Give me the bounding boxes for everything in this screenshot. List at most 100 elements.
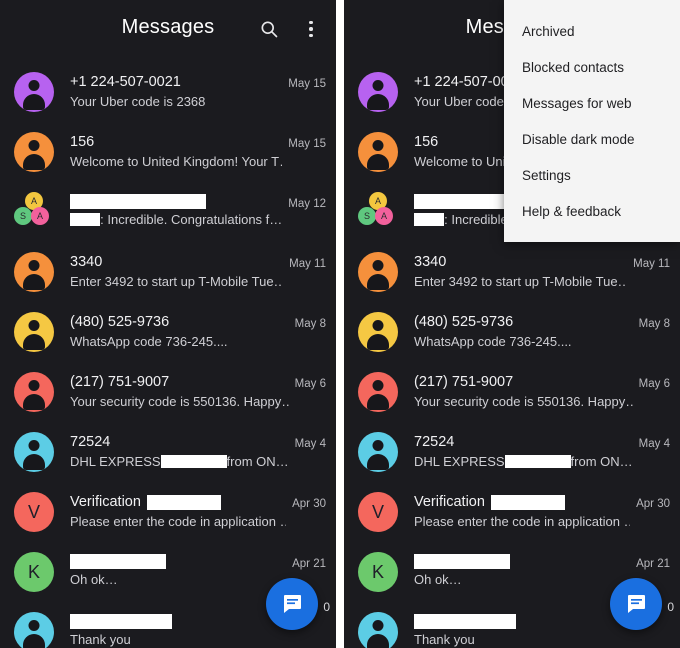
avatar[interactable] — [358, 72, 400, 114]
overflow-menu-item[interactable]: Messages for web — [504, 86, 680, 122]
screenshot-stage: Messages +1 224-507-0021 Your Uber code i… — [0, 0, 680, 648]
redacted-text-block — [504, 455, 571, 468]
avatar[interactable] — [14, 612, 56, 648]
conversation-title-text: 3340 — [70, 254, 103, 270]
avatar[interactable]: V — [14, 492, 56, 534]
avatar[interactable] — [358, 432, 400, 474]
conversation-body: (217) 751-9007 Your security code is 5501… — [56, 366, 289, 410]
avatar[interactable] — [14, 432, 56, 474]
conversation-snippet-text: Enter 3492 to start up T-Mobile Tue… — [414, 274, 628, 289]
avatar[interactable] — [14, 72, 56, 114]
search-icon[interactable] — [256, 16, 282, 42]
avatar[interactable]: V — [358, 492, 400, 534]
conversation-body: Oh ok… — [400, 546, 630, 588]
conversation-row[interactable]: (217) 751-9007 Your security code is 5501… — [344, 366, 680, 426]
avatar-person-circle — [358, 312, 398, 352]
redacted-text-block — [490, 495, 565, 510]
compose-message-icon[interactable] — [610, 578, 662, 630]
avatar-person-circle — [14, 72, 54, 112]
compose-message-icon[interactable] — [266, 578, 318, 630]
avatar[interactable] — [14, 372, 56, 414]
avatar[interactable] — [358, 312, 400, 354]
avatar-initial: S — [14, 207, 32, 225]
overflow-menu-item[interactable]: Help & feedback — [504, 194, 680, 230]
conversation-list-left[interactable]: +1 224-507-0021 Your Uber code is 2368 May… — [0, 60, 336, 648]
overflow-menu-item[interactable]: Archived — [504, 14, 680, 50]
conversation-snippet-text: Please enter the code in application … — [70, 514, 287, 529]
group-avatar[interactable]: ASA — [14, 192, 56, 234]
avatar[interactable] — [358, 372, 400, 414]
app-bar-left: Messages — [0, 0, 336, 60]
overflow-menu-item[interactable]: Blocked contacts — [504, 50, 680, 86]
person-icon — [14, 612, 54, 648]
conversation-snippet-text: Oh ok… — [70, 572, 118, 587]
conversation-title — [70, 554, 286, 569]
conversation-title — [70, 194, 282, 209]
group-avatar[interactable]: ASA — [358, 192, 400, 234]
conversation-body: (217) 751-9007 Your security code is 5501… — [400, 366, 633, 410]
conversation-row[interactable]: +1 224-507-0021 Your Uber code is 2368 May… — [0, 66, 336, 126]
conversation-date: May 8 — [294, 318, 326, 330]
conversation-snippet: Please enter the code in application … — [70, 513, 286, 530]
conversation-row[interactable]: V Verification Please enter the code in ap… — [344, 486, 680, 546]
conversation-title: (217) 751-9007 — [70, 374, 289, 391]
avatar[interactable] — [14, 132, 56, 174]
conversation-date: May 12 — [288, 198, 326, 210]
overflow-menu-item[interactable]: Settings — [504, 158, 680, 194]
redacted-text-block — [414, 213, 445, 226]
conversation-row[interactable]: (480) 525-9736 WhatsApp code 736-245.... M… — [344, 306, 680, 366]
conversation-row[interactable]: V Verification Please enter the code in ap… — [0, 486, 336, 546]
conversation-snippet-text: Thank you — [70, 632, 131, 647]
avatar[interactable] — [14, 252, 56, 294]
conversation-title-text: Verification — [70, 494, 141, 510]
avatar[interactable] — [358, 612, 400, 648]
avatar[interactable] — [358, 252, 400, 294]
conversation-row[interactable]: (217) 751-9007 Your security code is 5501… — [0, 366, 336, 426]
conversation-snippet: Your Uber code is 2368 — [70, 93, 282, 110]
conversation-body: 3340 Enter 3492 to start up T-Mobile Tue… — [56, 246, 283, 290]
conversation-date: Apr 30 — [636, 498, 670, 510]
conversation-row[interactable]: 156 Welcome to United Kingdom! Your T… May… — [0, 126, 336, 186]
conversation-row[interactable]: 72524 DHL EXPRESS from ON… May 4 — [344, 426, 680, 486]
overflow-menu-popup[interactable]: Archived Blocked contacts Messages for web… — [504, 0, 680, 242]
conversation-title-text: (217) 751-9007 — [414, 374, 514, 390]
avatar[interactable]: K — [14, 552, 56, 594]
conversation-title: 3340 — [414, 254, 627, 271]
person-icon — [14, 372, 54, 412]
person-icon — [14, 432, 54, 472]
conversation-snippet-text: Your security code is 550136. Happy… — [70, 394, 289, 409]
conversation-body: Verification Please enter the code in app… — [56, 486, 286, 530]
avatar-initial: A — [375, 207, 393, 225]
conversation-row[interactable]: 3340 Enter 3492 to start up T-Mobile Tue…… — [344, 246, 680, 306]
avatar[interactable] — [14, 312, 56, 354]
conversation-snippet: Welcome to United Kingdom! Your T… — [70, 153, 282, 170]
redacted-text-block — [414, 614, 516, 629]
avatar[interactable]: K — [358, 552, 400, 594]
conversation-row[interactable]: 72524 DHL EXPRESS from ON… May 4 — [0, 426, 336, 486]
conversation-title-text: 3340 — [414, 254, 447, 270]
conversation-title: +1 224-507-0021 — [70, 74, 282, 91]
conversation-snippet: WhatsApp code 736-245.... — [70, 333, 289, 350]
conversation-title-text: +1 224-507-0021 — [70, 74, 181, 90]
conversation-title-text: 156 — [414, 134, 439, 150]
avatar-person-circle — [358, 432, 398, 472]
fab-badge-right: 0 — [667, 600, 674, 614]
conversation-row[interactable]: ASA: Incredible. Congratulations f… May 1… — [0, 186, 336, 246]
person-icon — [358, 132, 398, 172]
avatar-person-circle — [14, 432, 54, 472]
overflow-menu-icon[interactable] — [298, 16, 324, 42]
redacted-text-block — [70, 213, 101, 226]
conversation-title-text: Verification — [414, 494, 485, 510]
redacted-text-block — [414, 554, 510, 569]
overflow-menu-item[interactable]: Disable dark mode — [504, 122, 680, 158]
conversation-row[interactable]: 3340 Enter 3492 to start up T-Mobile Tue…… — [0, 246, 336, 306]
avatar-initial: V — [27, 502, 40, 522]
avatar-person-circle — [358, 372, 398, 412]
conversation-row[interactable]: (480) 525-9736 WhatsApp code 736-245.... M… — [0, 306, 336, 366]
avatar-initial: K — [371, 562, 384, 582]
phone-screen-left: Messages +1 224-507-0021 Your Uber code i… — [0, 0, 336, 648]
avatar[interactable] — [358, 132, 400, 174]
phone-screen-right: Messages +1 224-507-0021Your Uber code i… — [344, 0, 680, 648]
conversation-title: Verification — [414, 494, 630, 511]
person-icon — [14, 132, 54, 172]
